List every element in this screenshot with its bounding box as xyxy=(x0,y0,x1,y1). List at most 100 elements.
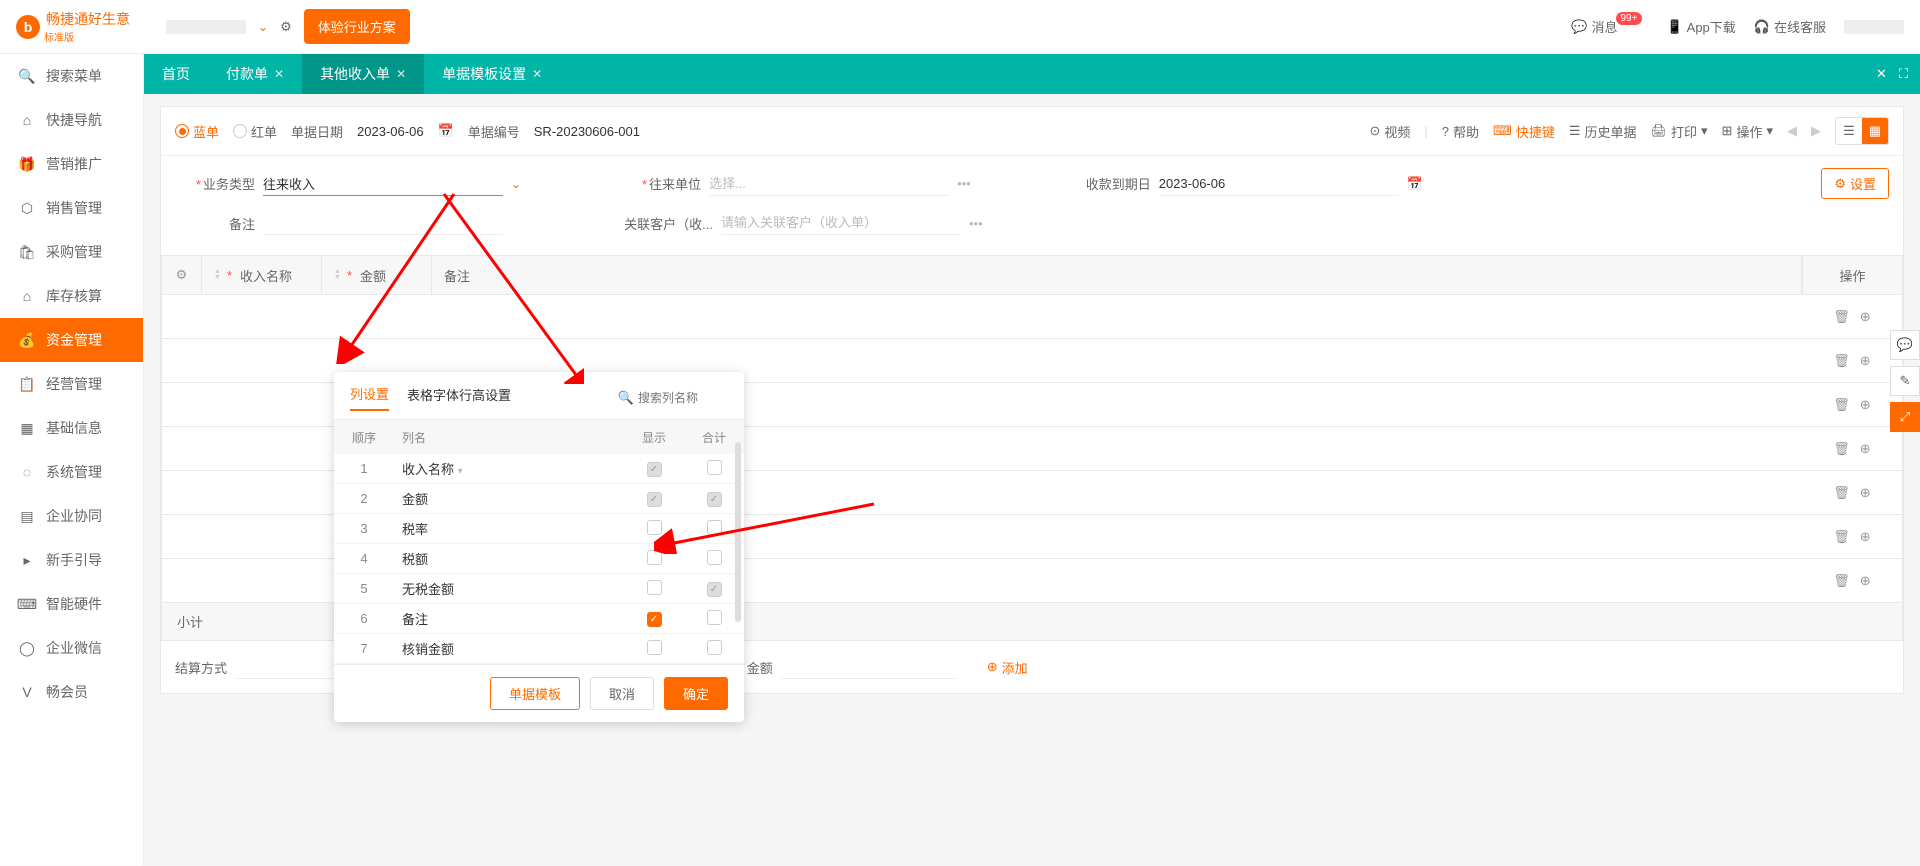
float-btn-2[interactable]: ✎ xyxy=(1890,366,1920,396)
delete-icon[interactable]: 🗑 xyxy=(1833,529,1850,545)
copy-icon[interactable]: ⊕ xyxy=(1860,397,1871,413)
sidebar-item-14[interactable]: V畅会员 xyxy=(0,670,143,714)
sidebar-item-11[interactable]: ▸新手引导 xyxy=(0,538,143,582)
col-amount[interactable]: ▲▼ *金额 xyxy=(322,256,432,294)
table-row[interactable]: 🗑⊕ xyxy=(161,295,1903,339)
more-icon[interactable]: ••• xyxy=(969,216,983,231)
related-customer-input[interactable] xyxy=(721,211,961,235)
delete-icon[interactable]: 🗑 xyxy=(1833,485,1850,501)
delete-icon[interactable]: 🗑 xyxy=(1833,573,1850,589)
chevron-down-icon[interactable]: ⌄ xyxy=(511,177,521,191)
tab-row-height[interactable]: 表格字体行高设置 xyxy=(407,385,511,410)
sidebar-icon: 🔍 xyxy=(18,67,36,85)
delete-icon[interactable]: 🗑 xyxy=(1833,397,1850,413)
copy-icon[interactable]: ⊕ xyxy=(1860,485,1871,501)
sidebar-icon: ⬡ xyxy=(18,199,36,217)
video-button[interactable]: ⊙ 视频 xyxy=(1369,122,1410,141)
col-income-name[interactable]: ▲▼ *收入名称 xyxy=(202,256,322,294)
doc-date-label: 单据日期 xyxy=(291,122,343,141)
popup-search-input[interactable] xyxy=(638,391,728,405)
remark-input[interactable] xyxy=(263,211,503,235)
sidebar-item-2[interactable]: 🎁营销推广 xyxy=(0,142,143,186)
copy-icon[interactable]: ⊕ xyxy=(1860,529,1871,545)
settings-button[interactable]: ⚙ 设置 xyxy=(1821,168,1889,199)
shortcut-button[interactable]: ⌨ 快捷键 xyxy=(1493,122,1555,141)
tab-3[interactable]: 单据模板设置✕ xyxy=(424,54,560,94)
checkbox-off-icon[interactable] xyxy=(647,550,662,565)
sidebar-item-0[interactable]: 🔍搜索菜单 xyxy=(0,54,143,98)
sidebar-item-13[interactable]: ◯企业微信 xyxy=(0,626,143,670)
row-ops: 🗑⊕ xyxy=(1802,529,1902,545)
checkbox-off-icon[interactable] xyxy=(707,610,722,625)
operate-button[interactable]: ⊞ 操作 ▾ xyxy=(1722,122,1773,141)
history-button[interactable]: ☰ 历史单据 xyxy=(1569,122,1637,141)
close-icon[interactable]: ✕ xyxy=(532,67,542,81)
popup-scrollbar[interactable] xyxy=(735,442,741,622)
sidebar-item-5[interactable]: ⌂库存核算 xyxy=(0,274,143,318)
prev-icon[interactable]: ◀ xyxy=(1787,123,1797,139)
checkbox-off-icon[interactable] xyxy=(707,640,722,655)
checkbox-off-icon[interactable] xyxy=(647,640,662,655)
gear-icon[interactable]: ⚙ xyxy=(280,19,292,35)
online-service-link[interactable]: 🎧 在线客服 xyxy=(1754,17,1826,36)
checkbox-off-icon[interactable] xyxy=(707,460,722,475)
checkbox-off-icon[interactable] xyxy=(647,520,662,535)
due-date-input[interactable] xyxy=(1159,172,1399,196)
tab-1[interactable]: 付款单✕ xyxy=(208,54,302,94)
checkbox-on-icon[interactable]: ✓ xyxy=(647,612,662,627)
copy-icon[interactable]: ⊕ xyxy=(1860,573,1871,589)
tab-col-settings[interactable]: 列设置 xyxy=(350,384,389,411)
copy-icon[interactable]: ⊕ xyxy=(1860,353,1871,369)
column-settings-gear-icon[interactable]: ⚙ xyxy=(162,256,202,294)
tab-0[interactable]: 首页 xyxy=(144,54,208,94)
fullscreen-icon[interactable]: ⛶ xyxy=(1899,66,1908,82)
sidebar-item-8[interactable]: ▦基础信息 xyxy=(0,406,143,450)
sidebar-item-7[interactable]: 📋经营管理 xyxy=(0,362,143,406)
float-btn-expand[interactable]: ⤢ xyxy=(1890,402,1920,432)
radio-blue[interactable]: 蓝单 xyxy=(175,122,219,141)
radio-red[interactable]: 红单 xyxy=(233,122,277,141)
amount-input[interactable] xyxy=(781,655,957,679)
business-type-input[interactable] xyxy=(263,172,503,196)
sidebar-item-3[interactable]: ⬡销售管理 xyxy=(0,186,143,230)
header-right: 💬 消息 99+ 📱 App下载 🎧 在线客服 xyxy=(1571,17,1904,36)
checkbox-off-icon[interactable] xyxy=(647,580,662,595)
add-button[interactable]: ⊕ 添加 xyxy=(987,658,1028,677)
sidebar-item-12[interactable]: ⌨智能硬件 xyxy=(0,582,143,626)
confirm-button[interactable]: 确定 xyxy=(664,677,728,710)
sidebar-item-1[interactable]: ⌂快捷导航 xyxy=(0,98,143,142)
delete-icon[interactable]: 🗑 xyxy=(1833,309,1850,325)
sidebar-item-6[interactable]: 💰资金管理 xyxy=(0,318,143,362)
checkbox-off-icon[interactable] xyxy=(707,520,722,535)
float-btn-1[interactable]: 💬 xyxy=(1890,330,1920,360)
help-button[interactable]: ? 帮助 xyxy=(1442,122,1479,141)
view-card-button[interactable]: ▦ xyxy=(1862,118,1888,144)
next-icon[interactable]: ▶ xyxy=(1811,123,1821,139)
sidebar-item-4[interactable]: 🛍采购管理 xyxy=(0,230,143,274)
checkbox-off-icon[interactable] xyxy=(707,550,722,565)
print-button[interactable]: 🖨 打印 ▾ xyxy=(1650,122,1707,141)
contact-unit-input[interactable] xyxy=(709,172,949,196)
sidebar-item-10[interactable]: ▤企业协同 xyxy=(0,494,143,538)
calendar-icon[interactable]: 📅 xyxy=(438,123,454,139)
close-icon[interactable]: ✕ xyxy=(396,67,406,81)
app-download-link[interactable]: 📱 App下载 xyxy=(1666,17,1735,36)
cancel-button[interactable]: 取消 xyxy=(590,677,654,710)
close-icon[interactable]: ✕ xyxy=(274,67,284,81)
sidebar-icon: ◌ xyxy=(18,463,36,481)
tab-2[interactable]: 其他收入单✕ xyxy=(302,54,424,94)
close-tab-icon[interactable]: ✕ xyxy=(1876,66,1887,82)
calendar-icon[interactable]: 📅 xyxy=(1407,176,1423,192)
view-list-button[interactable]: ☰ xyxy=(1836,118,1862,144)
sidebar-item-9[interactable]: ◌系统管理 xyxy=(0,450,143,494)
more-icon[interactable]: ••• xyxy=(957,176,971,191)
copy-icon[interactable]: ⊕ xyxy=(1860,309,1871,325)
chevron-down-icon[interactable]: ⌄ xyxy=(258,20,268,34)
delete-icon[interactable]: 🗑 xyxy=(1833,353,1850,369)
sidebar-item-label: 资金管理 xyxy=(46,330,102,350)
copy-icon[interactable]: ⊕ xyxy=(1860,441,1871,457)
experience-plan-button[interactable]: 体验行业方案 xyxy=(304,9,410,44)
template-button[interactable]: 单据模板 xyxy=(490,677,580,710)
messages-link[interactable]: 💬 消息 99+ xyxy=(1571,17,1648,36)
delete-icon[interactable]: 🗑 xyxy=(1833,441,1850,457)
